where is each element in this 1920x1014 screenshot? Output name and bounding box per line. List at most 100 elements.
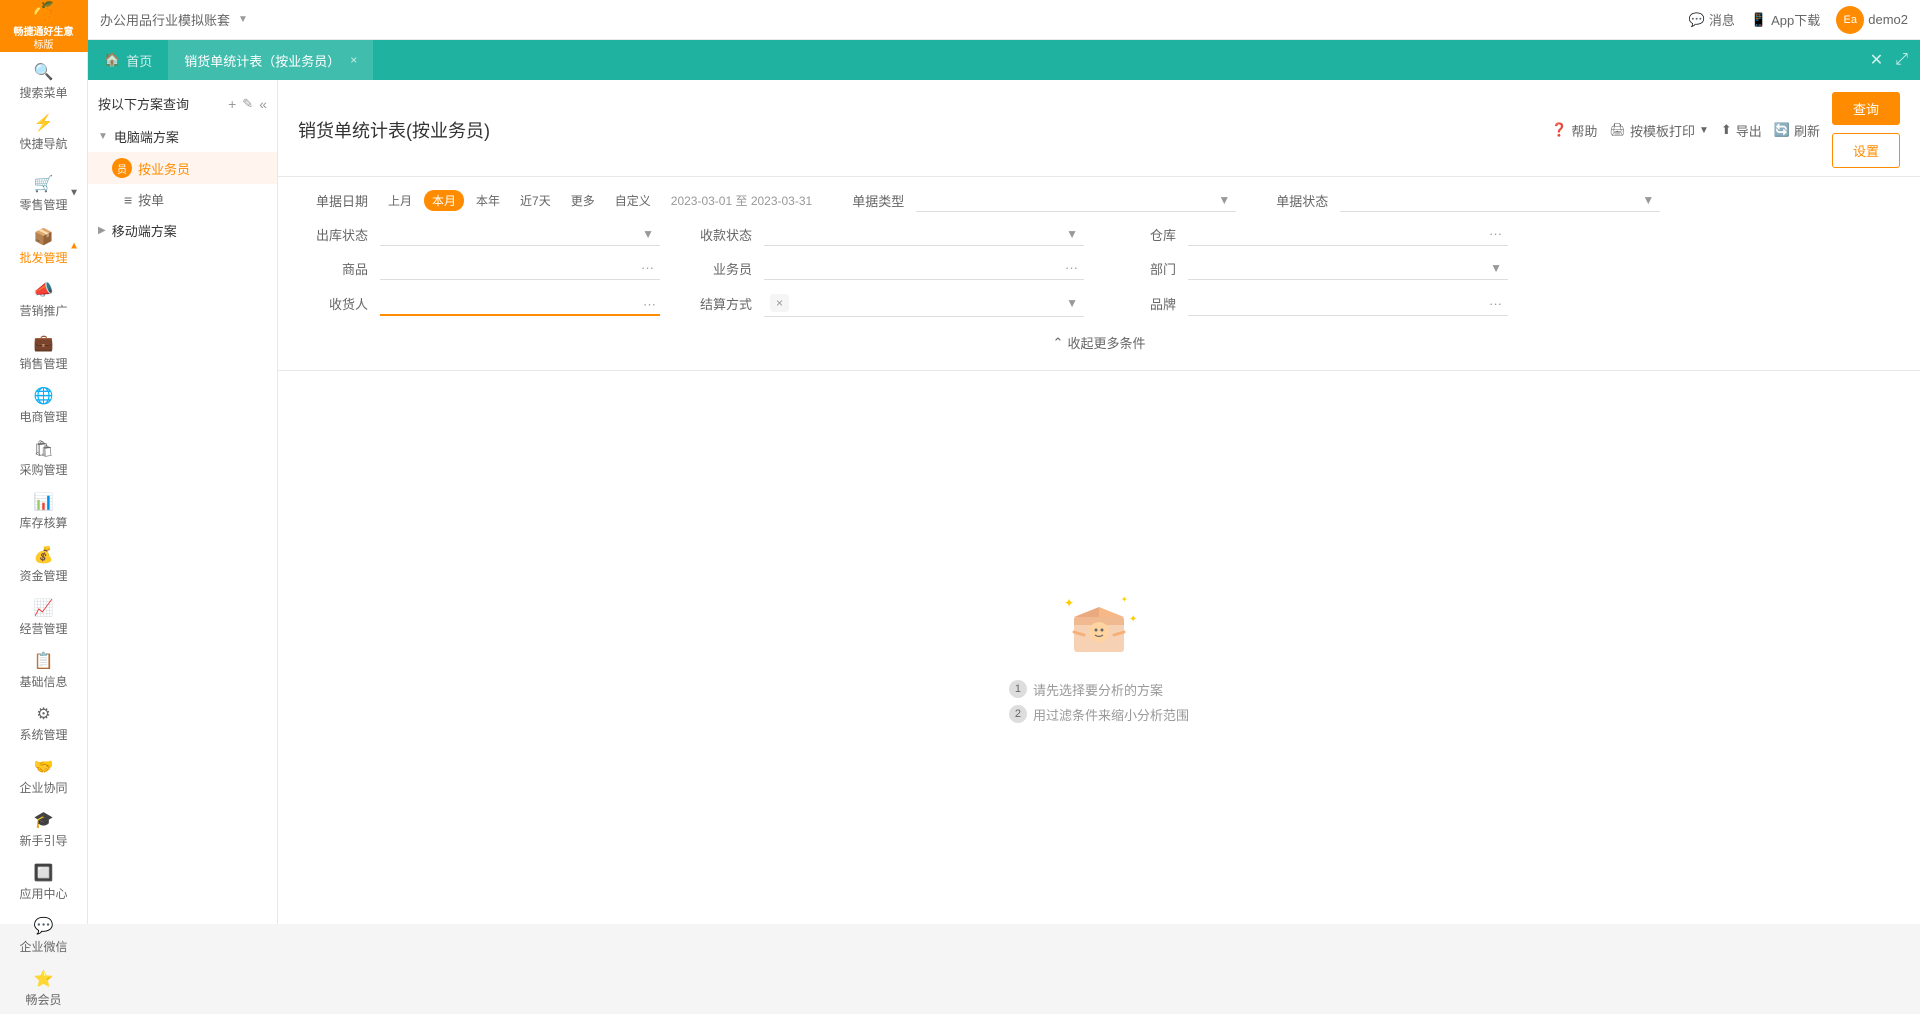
pc-group-arrow: ▼ [98, 131, 108, 142]
receipt-status-arrow: ▼ [1066, 227, 1078, 241]
tip-num-1: 1 [1009, 680, 1027, 698]
collapse-filters-button[interactable]: ⌃ 收起更多条件 [298, 327, 1900, 358]
main-area: 办公用品行业模拟账套 ▼ 💬 消息 📱 App下载 Ea demo2 🏠 首页 … [88, 0, 1920, 924]
warehouse-select[interactable]: ··· [1188, 222, 1508, 246]
query-actions: 查询 设置 [1832, 92, 1900, 168]
dept-select[interactable]: ▼ [1188, 257, 1508, 280]
settle-tag-remove[interactable]: × [776, 296, 783, 310]
date-tab-custom[interactable]: 自定义 [607, 190, 659, 211]
date-tab-this-year[interactable]: 本年 [468, 190, 508, 211]
date-tab-this-month[interactable]: 本月 [424, 190, 464, 211]
doc-type-select[interactable]: ▼ [916, 189, 1236, 212]
basic-label: 基础信息 [19, 673, 67, 690]
salesperson-scheme-label: 按业务员 [138, 159, 190, 178]
empty-tip-1: 1 请先选择要分析的方案 [1009, 680, 1189, 699]
out-status-select[interactable]: ▼ [380, 223, 660, 246]
receiver-dots-btn[interactable]: ··· [643, 296, 656, 311]
inventory-icon: 📊 [34, 492, 54, 512]
topbar: 办公用品行业模拟账套 ▼ 💬 消息 📱 App下载 Ea demo2 [88, 0, 1920, 40]
user-menu[interactable]: Ea demo2 [1836, 6, 1908, 34]
tab-close-button[interactable]: × [350, 53, 357, 67]
query-button[interactable]: 查询 [1832, 92, 1900, 125]
refresh-label: 刷新 [1794, 121, 1820, 140]
settle-select[interactable]: × ▼ [764, 290, 1084, 317]
receipt-status-select[interactable]: ▼ [764, 223, 1084, 246]
date-tab-last7days[interactable]: 近7天 [512, 190, 559, 211]
tab-expand-button[interactable]: ⤢ [1891, 47, 1912, 73]
tree-item-by-order[interactable]: ≡ 按单 [88, 184, 277, 215]
tab-home-label: 首页 [126, 51, 152, 70]
msg-button[interactable]: 💬 消息 [1689, 10, 1735, 29]
sidebar-item-retail[interactable]: 🛒 零售管理 ▼ [0, 166, 87, 219]
sidebar-item-system[interactable]: ⚙ 系统管理 [0, 696, 87, 749]
sidebar-item-newbie[interactable]: 🎓 新手引导 [0, 802, 87, 855]
corpwx-icon: 💬 [34, 916, 54, 936]
sidebar-item-wholesale[interactable]: 📦 批发管理 ▲ [0, 219, 87, 272]
topbar-right: 💬 消息 📱 App下载 Ea demo2 [1689, 6, 1908, 34]
goods-select[interactable]: ··· [380, 256, 660, 280]
sidebar-item-operation[interactable]: 📈 经营管理 [0, 590, 87, 643]
corp-icon: 🤝 [34, 757, 54, 777]
settings-button[interactable]: 设置 [1832, 133, 1900, 168]
search-label: 搜索菜单 [19, 84, 67, 101]
sidebar-item-purchase[interactable]: 🛍 采购管理 [0, 431, 87, 484]
date-tab-last-month[interactable]: 上月 [380, 190, 420, 211]
system-label: 系统管理 [19, 726, 67, 743]
date-tab-more[interactable]: 更多 [563, 190, 603, 211]
empty-illustration: ✦ ✦ ✦ [1039, 572, 1159, 672]
tab-sales-stat[interactable]: 销货单统计表（按业务员） × [168, 40, 373, 80]
filter-row-1: 单据日期 上月 本月 本年 近7天 更多 自定义 2023-03-01 至 20… [298, 189, 1900, 212]
export-button[interactable]: ⬆ 导出 [1721, 121, 1762, 140]
edit-scheme-button[interactable]: ✎ [242, 96, 253, 112]
tree-item-by-salesperson[interactable]: 员 按业务员 [88, 152, 277, 184]
sidebar-item-finance[interactable]: 💰 资金管理 [0, 537, 87, 590]
dept-arrow: ▼ [1490, 261, 1502, 275]
tree-group-pc-header[interactable]: ▼ 电脑端方案 [88, 121, 277, 152]
sidebar-item-corpwx[interactable]: 💬 企业微信 [0, 908, 87, 961]
tip-num-2: 2 [1009, 705, 1027, 723]
empty-tip-2: 2 用过滤条件来缩小分析范围 [1009, 705, 1189, 724]
doc-status-select[interactable]: ▼ [1340, 189, 1660, 212]
receiver-input[interactable] [380, 291, 660, 316]
refresh-button[interactable]: 🔄 刷新 [1774, 121, 1820, 140]
template-print-button[interactable]: 🖨 按模板打印 ▼ [1609, 121, 1708, 140]
sidebar-item-inventory[interactable]: 📊 库存核算 [0, 484, 87, 537]
sidebar-item-marketing[interactable]: 📣 营销推广 [0, 272, 87, 325]
member-icon: ⭐ [34, 969, 54, 989]
help-button[interactable]: ❓ 帮助 [1551, 121, 1597, 140]
brand-select[interactable]: ··· [1188, 292, 1508, 316]
sidebar-item-ecommerce[interactable]: 🌐 电商管理 [0, 378, 87, 431]
sidebar-item-member[interactable]: ⭐ 畅会员 [0, 961, 87, 1014]
goods-label: 商品 [298, 259, 368, 278]
logo-icon: 🍊 [31, 0, 56, 26]
operation-icon: 📈 [34, 598, 54, 618]
sidebar-quick-nav[interactable]: ⚡ 快捷导航 [0, 107, 87, 158]
dept-label: 部门 [1096, 259, 1176, 278]
collapse-panel-button[interactable]: « [259, 96, 267, 112]
sidebar-item-appstore[interactable]: 🔲 应用中心 [0, 855, 87, 908]
inventory-label: 库存核算 [19, 514, 67, 531]
download-label: App下载 [1771, 10, 1820, 29]
help-label: 帮助 [1571, 121, 1597, 140]
print-label: 按模板打印 [1630, 121, 1695, 140]
sidebar-item-basic[interactable]: 📋 基础信息 [0, 643, 87, 696]
print-arrow: ▼ [1699, 125, 1709, 136]
logo-text: 畅捷通好生意标版 [14, 26, 74, 52]
settle-label: 结算方式 [672, 294, 752, 313]
add-scheme-button[interactable]: + [228, 96, 236, 112]
receiver-label: 收货人 [298, 294, 368, 313]
sidebar-item-sales[interactable]: 💼 销售管理 [0, 325, 87, 378]
sidebar-item-corp[interactable]: 🤝 企业协同 [0, 749, 87, 802]
tab-home[interactable]: 🏠 首页 [88, 40, 168, 80]
tip-2-text: 用过滤条件来缩小分析范围 [1033, 705, 1189, 724]
app-download-button[interactable]: 📱 App下载 [1751, 10, 1820, 29]
tree-group-mobile-header[interactable]: ▶ 移动端方案 [88, 215, 277, 246]
tab-close-all-button[interactable]: ✕ [1866, 46, 1887, 74]
out-status-label: 出库状态 [298, 225, 368, 244]
member-label: 畅会员 [25, 991, 61, 1008]
salesperson-select[interactable]: ··· [764, 256, 1084, 280]
wholesale-icon: 📦 [34, 227, 54, 247]
topbar-dropdown-arrow[interactable]: ▼ [238, 14, 248, 25]
ecommerce-label: 电商管理 [19, 408, 67, 425]
sidebar-search-menu[interactable]: 🔍 搜索菜单 [0, 52, 87, 107]
